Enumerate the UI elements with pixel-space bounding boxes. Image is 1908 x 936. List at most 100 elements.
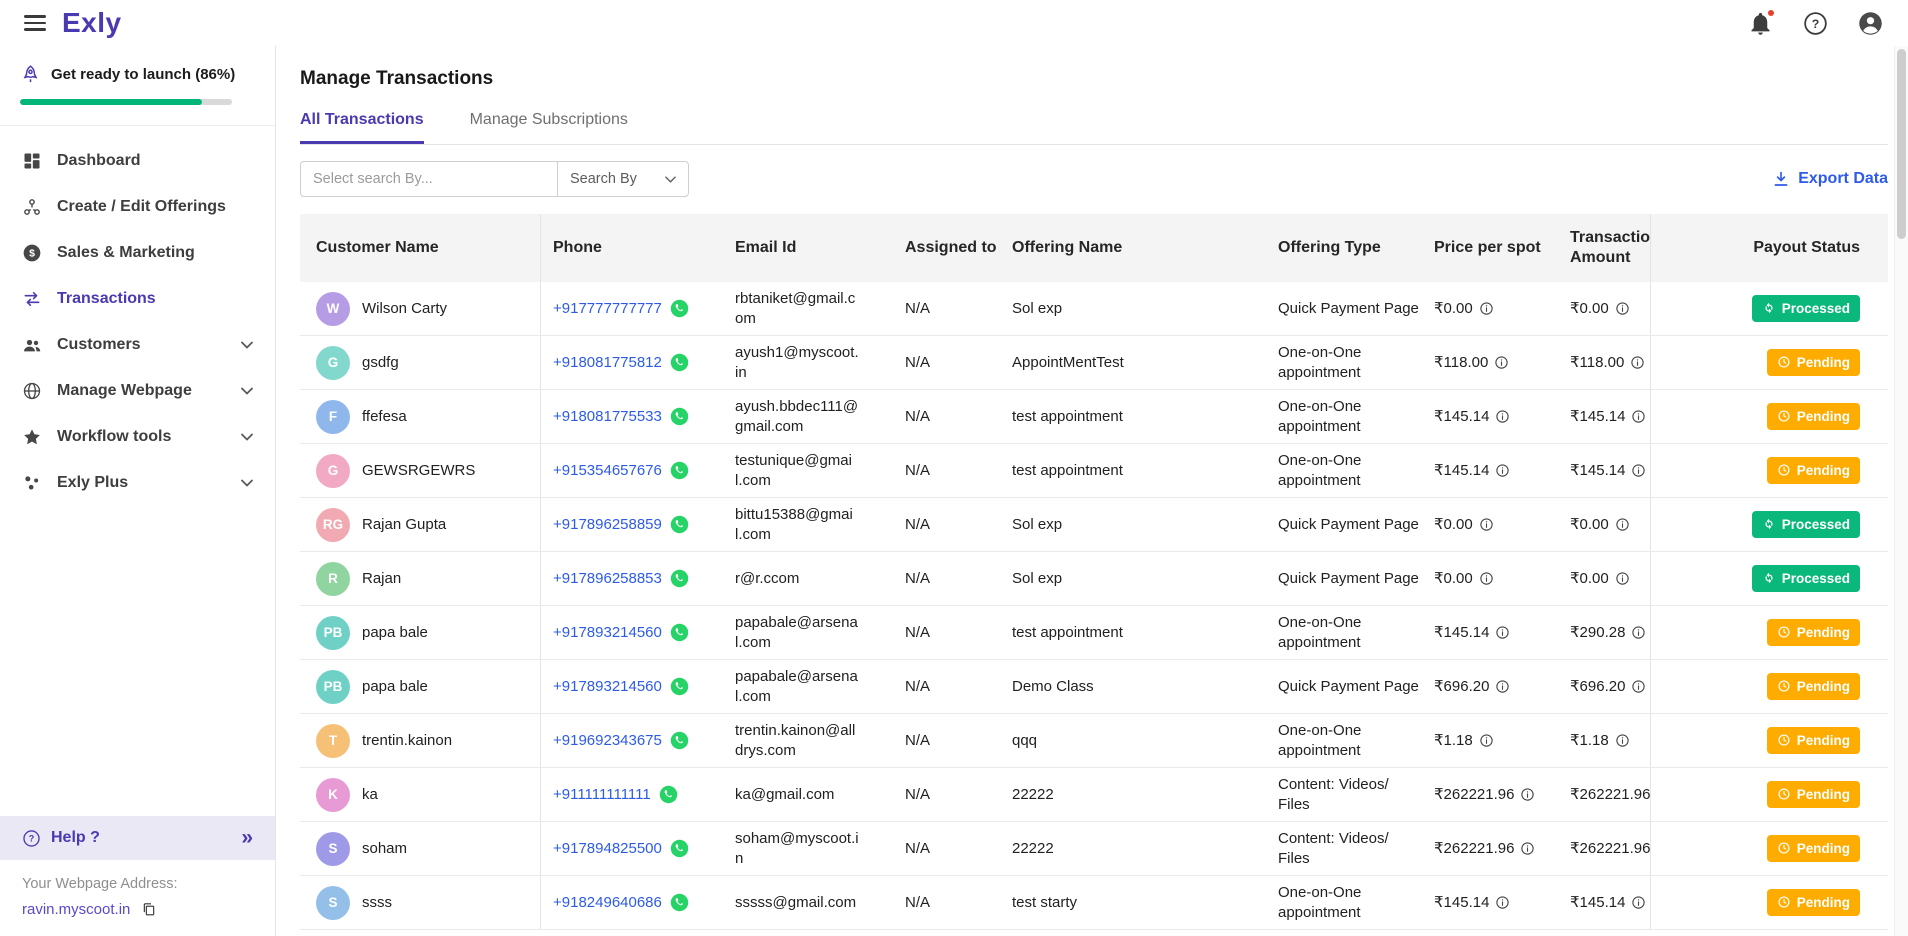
info-icon[interactable] <box>1495 625 1510 640</box>
sidebar-item-label: Customers <box>57 336 141 353</box>
offering-name-cell: test starty <box>1012 893 1078 911</box>
info-icon[interactable] <box>1631 679 1646 694</box>
whatsapp-icon[interactable] <box>670 353 689 372</box>
info-icon[interactable] <box>1495 463 1510 478</box>
info-icon[interactable] <box>1615 733 1630 748</box>
whatsapp-icon[interactable] <box>670 299 689 318</box>
search-by-dropdown[interactable]: Search By <box>557 161 689 197</box>
info-icon[interactable] <box>1479 517 1494 532</box>
info-icon[interactable] <box>1495 895 1510 910</box>
info-icon[interactable] <box>1615 571 1630 586</box>
phone-link[interactable]: +919692343675 <box>553 731 662 751</box>
info-icon[interactable] <box>1615 517 1630 532</box>
phone-link[interactable]: +911111111111 <box>553 785 651 805</box>
customer-name: ka <box>362 785 378 803</box>
account-icon[interactable] <box>1857 10 1884 37</box>
sidebar-item-workflow-tools[interactable]: Workflow tools <box>0 414 275 460</box>
offering-name-cell: qqq <box>1012 731 1038 749</box>
sidebar-item-transactions[interactable]: Transactions <box>0 276 275 322</box>
price-per-spot: ₹262221.96 <box>1434 785 1515 803</box>
sidebar-item-customers[interactable]: Customers <box>0 322 275 368</box>
phone-link[interactable]: +917893214560 <box>553 623 662 643</box>
whatsapp-icon[interactable] <box>670 623 689 642</box>
info-icon[interactable] <box>1631 409 1646 424</box>
info-icon[interactable] <box>1520 787 1535 802</box>
whatsapp-icon[interactable] <box>670 407 689 426</box>
launch-progress-section[interactable]: Get ready to launch (86%) <box>0 46 275 126</box>
transaction-amount: ₹0.00 <box>1570 299 1609 317</box>
phone-link[interactable]: +917896258859 <box>553 515 662 535</box>
status-badge: Pending <box>1766 888 1860 917</box>
search-input[interactable] <box>300 161 558 197</box>
whatsapp-icon[interactable] <box>670 515 689 534</box>
copy-icon[interactable] <box>141 901 157 918</box>
scrollbar-thumb[interactable] <box>1897 49 1906 239</box>
table-header: Customer Name Phone Email Id Assigned to… <box>300 214 1888 282</box>
phone-link[interactable]: +918249640686 <box>553 893 662 913</box>
status-badge: Processed <box>1751 294 1860 323</box>
transaction-amount: ₹262221.96 <box>1570 839 1650 857</box>
assigned-to-cell: N/A <box>905 731 931 749</box>
phone-link[interactable]: +918081775533 <box>553 407 662 427</box>
whatsapp-icon[interactable] <box>659 785 678 804</box>
sidebar-item-sales-marketing[interactable]: $ Sales & Marketing <box>0 230 275 276</box>
info-icon[interactable] <box>1479 301 1494 316</box>
email-cell: r@r.ccom <box>735 569 800 587</box>
phone-link[interactable]: +918081775812 <box>553 353 662 373</box>
col-header-email: Email Id <box>735 239 797 256</box>
info-icon[interactable] <box>1494 355 1509 370</box>
export-data-button[interactable]: Export Data <box>1772 170 1888 188</box>
whatsapp-icon[interactable] <box>670 731 689 750</box>
clock-icon <box>1778 680 1790 693</box>
phone-link[interactable]: +917893214560 <box>553 677 662 697</box>
download-icon <box>1774 171 1788 186</box>
refresh-icon <box>1765 573 1773 584</box>
transactions-table: Customer Name Phone Email Id Assigned to… <box>300 214 1888 930</box>
info-icon[interactable] <box>1631 625 1646 640</box>
info-icon[interactable] <box>1495 679 1510 694</box>
phone-link[interactable]: +917777777777 <box>553 299 662 319</box>
phone-link[interactable]: +915354657676 <box>553 461 662 481</box>
col-header-phone: Phone <box>553 239 602 256</box>
sidebar-item-dashboard[interactable]: Dashboard <box>0 138 275 184</box>
avatar: F <box>316 399 350 434</box>
dropdown-chevron-icon <box>665 175 676 183</box>
help-icon[interactable]: ? <box>1802 10 1829 37</box>
tab-all-transactions[interactable]: All Transactions <box>300 111 424 144</box>
info-icon[interactable] <box>1495 409 1510 424</box>
phone-link[interactable]: +917894825500 <box>553 839 662 859</box>
avatar: W <box>316 291 350 326</box>
assigned-to-cell: N/A <box>905 785 931 803</box>
price-per-spot: ₹118.00 <box>1434 353 1489 371</box>
info-icon[interactable] <box>1631 895 1646 910</box>
collapse-chevron-icon[interactable]: » <box>241 826 253 850</box>
table-row: S soham +917894825500 soham@myscoot.in N… <box>300 822 1888 876</box>
hamburger-menu-icon[interactable] <box>24 13 46 32</box>
webpage-address-link[interactable]: ravin.myscoot.in <box>22 901 130 918</box>
info-icon[interactable] <box>1615 301 1630 316</box>
email-cell: sssss@gmail.com <box>735 893 857 911</box>
whatsapp-icon[interactable] <box>670 461 689 480</box>
whatsapp-icon[interactable] <box>670 677 689 696</box>
tab-manage-subscriptions[interactable]: Manage Subscriptions <box>470 111 628 144</box>
avatar: RG <box>316 507 350 542</box>
info-icon[interactable] <box>1631 463 1646 478</box>
info-icon[interactable] <box>1630 355 1645 370</box>
whatsapp-icon[interactable] <box>670 839 689 858</box>
info-icon[interactable] <box>1520 841 1535 856</box>
offering-name-cell: test appointment <box>1012 623 1123 641</box>
phone-link[interactable]: +917896258853 <box>553 569 662 589</box>
sidebar-item-create-edit-offerings[interactable]: Create / Edit Offerings <box>0 184 275 230</box>
notifications-bell-icon[interactable] <box>1747 7 1776 37</box>
sidebar-item-manage-webpage[interactable]: Manage Webpage <box>0 368 275 414</box>
vertical-scrollbar[interactable] <box>1894 46 1908 936</box>
help-button[interactable]: ? Help ? » <box>0 816 275 860</box>
email-cell: ayush1@myscoot.in <box>735 344 859 381</box>
info-icon[interactable] <box>1479 733 1494 748</box>
info-icon[interactable] <box>1479 571 1494 586</box>
offering-name-cell: 22222 <box>1012 785 1054 803</box>
sidebar-item-exly-plus[interactable]: Exly Plus <box>0 460 275 506</box>
clock-icon <box>1778 356 1790 369</box>
whatsapp-icon[interactable] <box>670 893 689 912</box>
whatsapp-icon[interactable] <box>670 569 689 588</box>
